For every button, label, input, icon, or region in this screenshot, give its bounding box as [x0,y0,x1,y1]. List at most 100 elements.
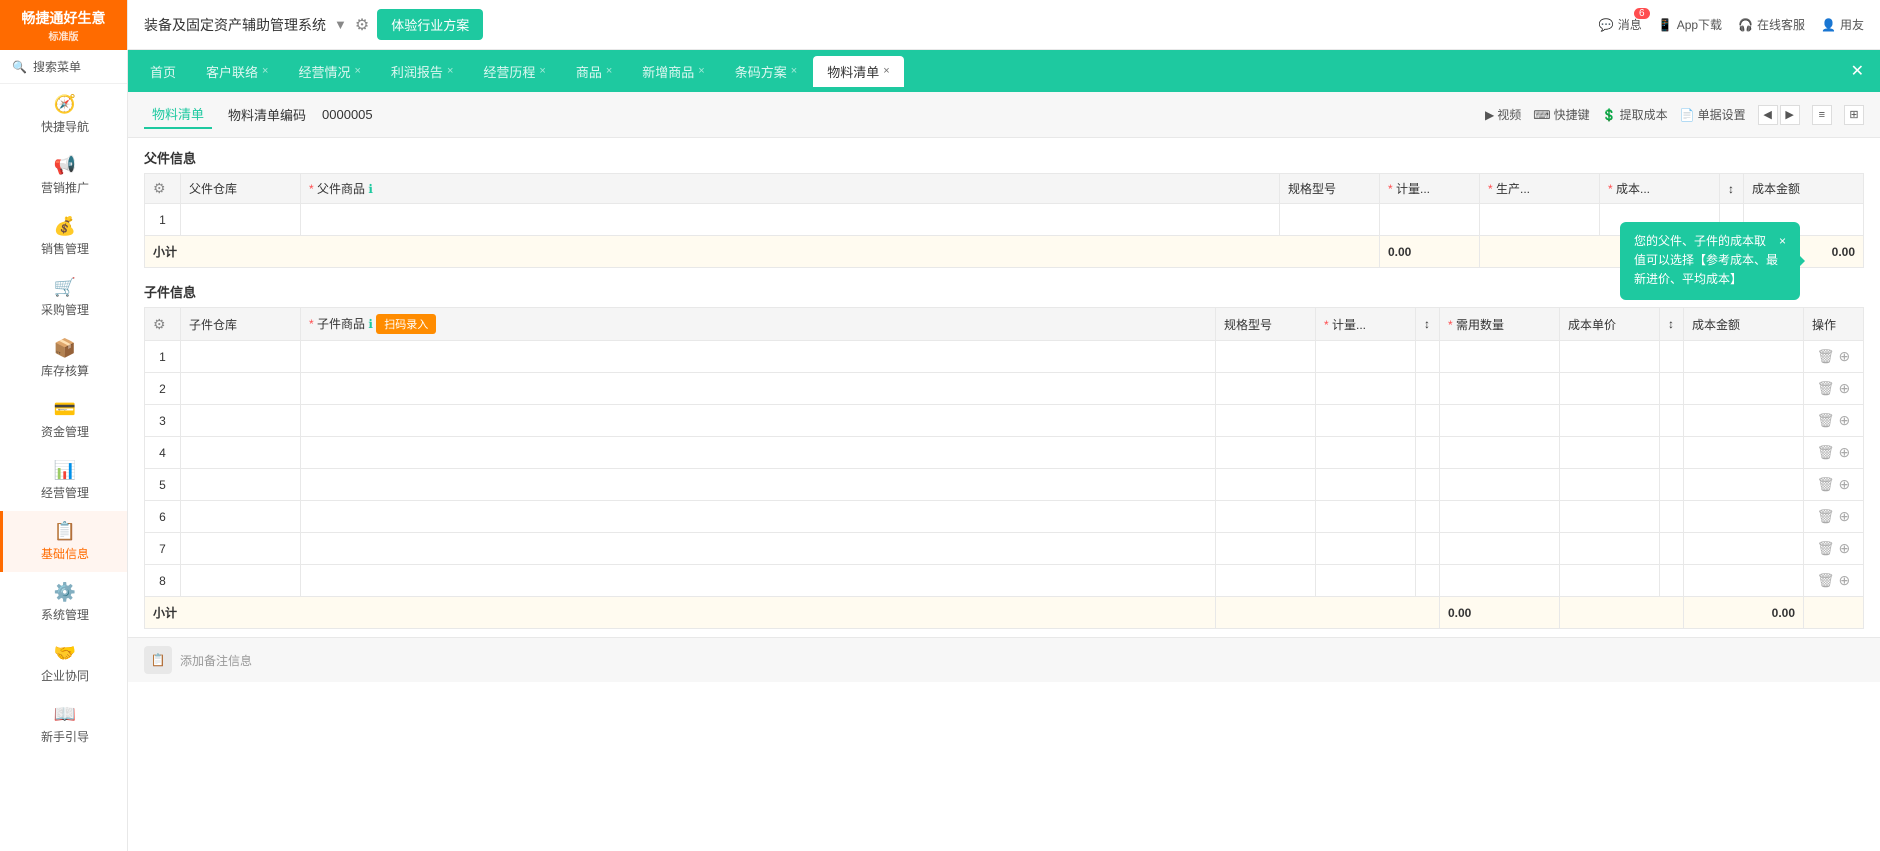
child-spec-cell[interactable] [1216,405,1316,437]
child-spec-cell[interactable] [1216,565,1316,597]
nav-tab-profit[interactable]: 利润报告 × [377,56,467,87]
nav-tab-new-goods[interactable]: 新增商品 × [628,56,718,87]
sidebar-search[interactable]: 🔍 搜索菜单 [0,50,127,84]
user-avatar[interactable]: 👤 用友 [1821,16,1864,33]
child-cost-unit-cell[interactable] [1560,533,1660,565]
delete-row-button[interactable]: 🗑 [1817,508,1835,525]
child-unit-cell[interactable] [1316,533,1416,565]
app-download-button[interactable]: 📱 App下载 [1658,16,1722,33]
child-cost-unit-cell[interactable] [1560,373,1660,405]
child-spec-cell[interactable] [1216,469,1316,501]
message-button[interactable]: 💬 消息 6 [1599,16,1642,33]
child-spec-cell[interactable] [1216,437,1316,469]
child-cost-unit-cell[interactable] [1560,501,1660,533]
dropdown-icon[interactable]: ▼ [334,17,347,32]
copy-row-button[interactable]: ⊕ [1839,540,1851,557]
child-cost-unit-cell[interactable] [1560,405,1660,437]
delete-row-button[interactable]: 🗑 [1817,572,1835,589]
delete-row-button[interactable]: 🗑 [1817,412,1835,429]
child-unit-cell[interactable] [1316,469,1416,501]
produce-cell[interactable] [1480,204,1600,236]
copy-row-button[interactable]: ⊕ [1839,348,1851,365]
nav-tab-barcode[interactable]: 条码方案 × [721,56,811,87]
unit-cell[interactable] [1380,204,1480,236]
child-needed-cell[interactable] [1440,469,1560,501]
child-warehouse-cell[interactable] [181,501,301,533]
prev-arrow[interactable]: ◀ [1758,105,1778,125]
child-goods-cell[interactable] [301,437,1216,469]
child-goods-cell[interactable] [301,469,1216,501]
child-unit-cell[interactable] [1316,565,1416,597]
sidebar-item-basic[interactable]: 📋基础信息 [0,511,127,572]
child-needed-cell[interactable] [1440,405,1560,437]
sidebar-item-operation[interactable]: 📊经营管理 [0,450,127,511]
child-spec-cell[interactable] [1216,373,1316,405]
tab-close-new-goods[interactable]: × [698,65,704,77]
tab-close-customer[interactable]: × [262,65,268,77]
child-goods-cell[interactable] [301,405,1216,437]
child-needed-cell[interactable] [1440,373,1560,405]
child-goods-cell[interactable] [301,373,1216,405]
child-warehouse-cell[interactable] [181,565,301,597]
list-view-btn[interactable]: ≡ [1812,105,1832,125]
copy-row-button[interactable]: ⊕ [1839,476,1851,493]
settings-action[interactable]: 📄 单据设置 [1680,106,1746,123]
sidebar-item-sales[interactable]: 💰销售管理 [0,206,127,267]
delete-row-button[interactable]: 🗑 [1817,348,1835,365]
nav-tab-goods[interactable]: 商品 × [562,56,626,87]
child-unit-cell[interactable] [1316,437,1416,469]
view-action[interactable]: ▶ 视频 [1485,106,1521,123]
next-arrow[interactable]: ▶ [1780,105,1800,125]
sidebar-item-finance[interactable]: 💳资金管理 [0,389,127,450]
child-spec-cell[interactable] [1216,533,1316,565]
delete-row-button[interactable]: 🗑 [1817,380,1835,397]
copy-row-button[interactable]: ⊕ [1839,444,1851,461]
tab-close-profit[interactable]: × [447,65,453,77]
settings-icon[interactable]: ⚙ [355,15,369,35]
child-needed-cell[interactable] [1440,533,1560,565]
grid-view-btn[interactable]: ⊞ [1844,105,1864,125]
child-warehouse-cell[interactable] [181,341,301,373]
child-unit-cell[interactable] [1316,373,1416,405]
shortcut-action[interactable]: ⌨ 快捷键 [1533,106,1589,123]
child-goods-cell[interactable] [301,533,1216,565]
child-needed-cell[interactable] [1440,437,1560,469]
scan-button[interactable]: 扫码录入 [376,314,436,334]
copy-row-button[interactable]: ⊕ [1839,572,1851,589]
nav-tab-history[interactable]: 经营历程 × [469,56,559,87]
child-cost-unit-cell[interactable] [1560,437,1660,469]
copy-row-button[interactable]: ⊕ [1839,412,1851,429]
child-warehouse-cell[interactable] [181,405,301,437]
child-goods-cell[interactable] [301,341,1216,373]
add-note-button[interactable]: 📋 [144,646,172,674]
th-child-settings[interactable]: ⚙ [145,308,181,341]
child-warehouse-cell[interactable] [181,373,301,405]
copy-row-button[interactable]: ⊕ [1839,380,1851,397]
child-unit-cell[interactable] [1316,341,1416,373]
sidebar-item-system[interactable]: ⚙️系统管理 [0,572,127,633]
child-cost-unit-cell[interactable] [1560,469,1660,501]
try-button[interactable]: 体验行业方案 [377,9,483,40]
child-unit-cell[interactable] [1316,405,1416,437]
parent-warehouse-cell[interactable] [181,204,301,236]
tab-close-goods[interactable]: × [606,65,612,77]
close-all-tabs-button[interactable]: ✕ [1843,57,1872,85]
sidebar-item-enterprise[interactable]: 🤝企业协同 [0,633,127,694]
child-goods-cell[interactable] [301,565,1216,597]
child-needed-cell[interactable] [1440,565,1560,597]
tab-close-barcode[interactable]: × [791,65,797,77]
online-service-button[interactable]: 🎧 在线客服 [1738,16,1805,33]
tab-close-business[interactable]: × [354,65,360,77]
child-cost-unit-cell[interactable] [1560,565,1660,597]
parent-goods-cell[interactable] [301,204,1280,236]
nav-tab-bom[interactable]: 物料清单 × [813,56,903,87]
tooltip-close-button[interactable]: × [1779,232,1786,251]
cost-action[interactable]: 💲 提取成本 [1602,106,1668,123]
child-needed-cell[interactable] [1440,501,1560,533]
tab-close-history[interactable]: × [539,65,545,77]
delete-row-button[interactable]: 🗑 [1817,476,1835,493]
tab-close-bom[interactable]: × [883,65,889,77]
nav-tab-customer[interactable]: 客户联络 × [192,56,282,87]
child-spec-cell[interactable] [1216,501,1316,533]
child-warehouse-cell[interactable] [181,469,301,501]
